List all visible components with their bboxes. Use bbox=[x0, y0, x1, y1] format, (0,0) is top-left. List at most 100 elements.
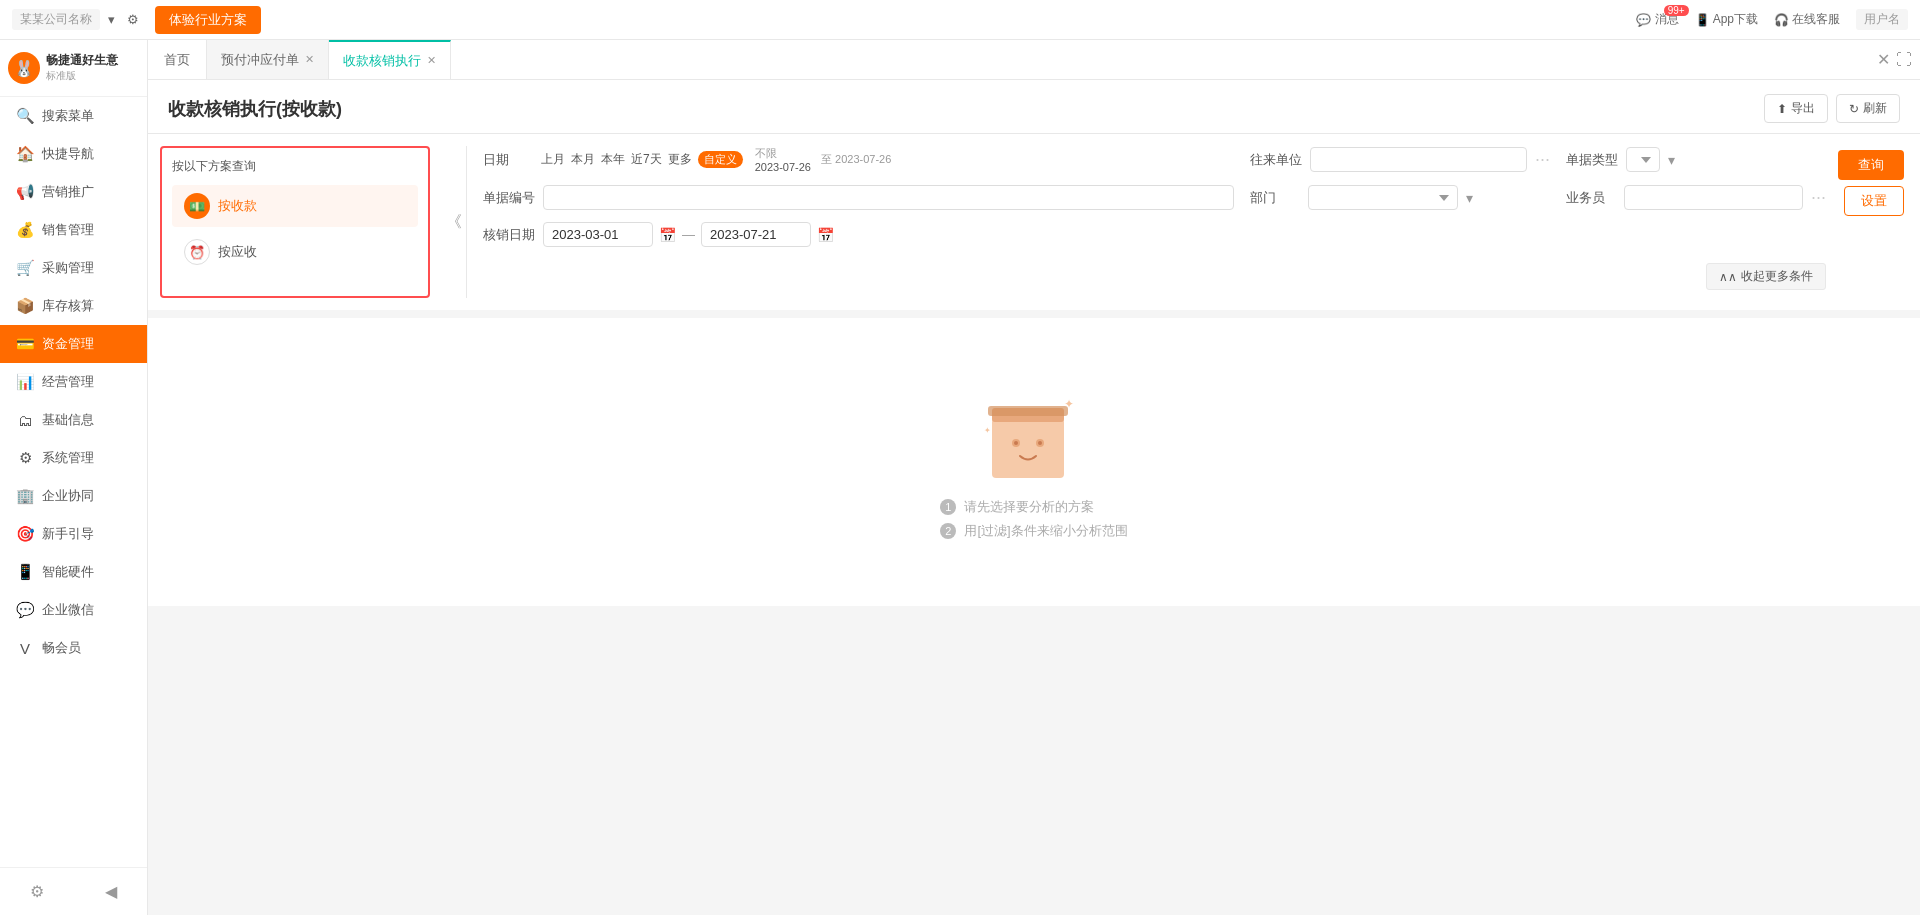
filter-scheme-title: 按以下方案查询 bbox=[172, 158, 418, 175]
dept-select[interactable] bbox=[1308, 185, 1458, 210]
app-download-button[interactable]: 📱 App下载 bbox=[1695, 11, 1758, 28]
tab-collection-close[interactable]: ✕ bbox=[427, 54, 436, 67]
tab-bar-actions: ✕ ⛶ bbox=[1877, 50, 1920, 69]
voucher-no-label: 单据编号 bbox=[483, 189, 535, 207]
sidebar-item-marketing[interactable]: 📢 营销推广 bbox=[0, 173, 147, 211]
tab-prepay-close[interactable]: ✕ bbox=[305, 53, 314, 66]
sidebar-logo: 🐰 畅捷通好生意 标准版 bbox=[0, 40, 147, 97]
chevron-left-icon: 《 bbox=[446, 212, 462, 233]
verify-date-start-calendar-icon[interactable]: 📅 bbox=[659, 227, 676, 243]
filter-section: 按以下方案查询 💵 按收款 ⏰ 按应收 《 bbox=[148, 134, 1920, 310]
partner-input[interactable] bbox=[1310, 147, 1527, 172]
page-title: 收款核销执行(按收款) bbox=[168, 97, 342, 121]
sidebar-item-sales[interactable]: 💰 销售管理 bbox=[0, 211, 147, 249]
tab-home[interactable]: 首页 bbox=[148, 40, 207, 79]
partner-label: 往来单位 bbox=[1250, 151, 1302, 169]
sidebar-item-system[interactable]: ⚙ 系统管理 bbox=[0, 439, 147, 477]
staff-input[interactable] bbox=[1624, 185, 1803, 210]
date-opt-7days[interactable]: 近7天 bbox=[631, 151, 662, 168]
top-bar: 某某公司名称 ▾ ⚙ 体验行业方案 💬 消息 99+ 📱 App下载 🎧 在线客… bbox=[0, 0, 1920, 40]
filter-date-field: 日期 上月 本月 本年 近7天 更多 自定义 bbox=[483, 146, 1234, 173]
verify-date-end-input[interactable] bbox=[701, 222, 811, 247]
receivable-icon: ⏰ bbox=[184, 239, 210, 265]
empty-illustration: ✦ ✦ bbox=[974, 378, 1094, 478]
date-opt-this-month[interactable]: 本月 bbox=[571, 151, 595, 168]
filter-option-by-receipt-label: 按收款 bbox=[218, 197, 257, 215]
sidebar-item-purchase[interactable]: 🛒 采购管理 bbox=[0, 249, 147, 287]
corp-icon: 🏢 bbox=[16, 487, 34, 505]
svg-rect-2 bbox=[988, 406, 1068, 416]
date-opt-more[interactable]: 更多 bbox=[668, 151, 692, 168]
verify-date-end-calendar-icon[interactable]: 📅 bbox=[817, 227, 834, 243]
inventory-icon: 📦 bbox=[16, 297, 34, 315]
filter-option-by-receivable-label: 按应收 bbox=[218, 243, 257, 261]
date-opt-custom[interactable]: 自定义 bbox=[698, 151, 743, 168]
svg-rect-0 bbox=[992, 418, 1064, 478]
collapse-more-button[interactable]: ∧∧ 收起更多条件 bbox=[1706, 263, 1826, 290]
export-button[interactable]: ⬆ 导出 bbox=[1764, 94, 1828, 123]
sidebar-item-wechat[interactable]: 💬 企业微信 bbox=[0, 591, 147, 629]
svg-point-5 bbox=[1014, 441, 1018, 445]
sidebar-collapse-button[interactable]: ◀ bbox=[97, 878, 125, 905]
guide-icon: 🎯 bbox=[16, 525, 34, 543]
tab-collection[interactable]: 收款核销执行 ✕ bbox=[329, 40, 451, 79]
member-icon: V bbox=[16, 640, 34, 657]
sidebar-item-member[interactable]: V 畅会员 bbox=[0, 629, 147, 667]
sidebar-item-inventory[interactable]: 📦 库存核算 bbox=[0, 287, 147, 325]
sidebar-item-guide[interactable]: 🎯 新手引导 bbox=[0, 515, 147, 553]
sidebar-item-hardware[interactable]: 📱 智能硬件 bbox=[0, 553, 147, 591]
dept-label: 部门 bbox=[1250, 189, 1300, 207]
sidebar-item-base[interactable]: 🗂 基础信息 bbox=[0, 401, 147, 439]
sidebar-bottom: ⚙ ◀ bbox=[0, 867, 147, 915]
filter-fields: 日期 上月 本月 本年 近7天 更多 自定义 bbox=[467, 134, 1920, 310]
filter-option-by-receipt[interactable]: 💵 按收款 bbox=[172, 185, 418, 227]
user-info[interactable]: 用户名 bbox=[1856, 9, 1908, 30]
filter-partner-field: 往来单位 ··· bbox=[1250, 147, 1550, 172]
content-area: 首页 预付冲应付单 ✕ 收款核销执行 ✕ ✕ ⛶ 收款核销执行(按收款) bbox=[148, 40, 1920, 915]
voucher-type-chevron-icon: ▾ bbox=[1668, 152, 1675, 168]
date-options: 上月 本月 本年 近7天 更多 自定义 bbox=[541, 151, 743, 168]
receipt-icon: 💵 bbox=[184, 193, 210, 219]
refresh-button[interactable]: ↻ 刷新 bbox=[1836, 94, 1900, 123]
filter-option-by-receivable[interactable]: ⏰ 按应收 bbox=[172, 231, 418, 273]
voucher-type-select[interactable] bbox=[1626, 147, 1660, 172]
company-name: 某某公司名称 bbox=[12, 9, 100, 30]
company-dropdown-icon[interactable]: ▾ bbox=[108, 12, 115, 27]
message-button[interactable]: 💬 消息 99+ bbox=[1636, 11, 1679, 28]
verify-date-label: 核销日期 bbox=[483, 226, 535, 244]
setting-button[interactable]: 设置 bbox=[1844, 186, 1904, 216]
industry-solution-button[interactable]: 体验行业方案 bbox=[155, 6, 261, 34]
sidebar-item-finance[interactable]: 💳 资金管理 bbox=[0, 325, 147, 363]
verify-date-start-input[interactable] bbox=[543, 222, 653, 247]
app-icon: 📱 bbox=[1695, 13, 1710, 27]
query-button[interactable]: 查询 bbox=[1838, 150, 1904, 180]
partner-dots-icon[interactable]: ··· bbox=[1535, 149, 1550, 170]
filter-collapse-toggle[interactable]: 《 bbox=[442, 134, 466, 310]
date-opt-this-year[interactable]: 本年 bbox=[601, 151, 625, 168]
voucher-type-label: 单据类型 bbox=[1566, 151, 1618, 169]
sidebar-item-operation[interactable]: 📊 经营管理 bbox=[0, 363, 147, 401]
verify-date-separator: — bbox=[682, 227, 695, 242]
filter-staff-field: 业务员 ··· bbox=[1566, 185, 1826, 210]
staff-dots-icon[interactable]: ··· bbox=[1811, 187, 1826, 208]
page-content: 收款核销执行(按收款) ⬆ 导出 ↻ 刷新 按以下方案查询 bbox=[148, 80, 1920, 915]
tab-close-all-button[interactable]: ✕ bbox=[1877, 50, 1890, 69]
sidebar-item-search[interactable]: 🔍 搜索菜单 bbox=[0, 97, 147, 135]
hardware-icon: 📱 bbox=[16, 563, 34, 581]
base-icon: 🗂 bbox=[16, 412, 34, 429]
filter-row-3: 核销日期 📅 — 📅 bbox=[483, 222, 1826, 247]
filter-voucher-no-field: 单据编号 bbox=[483, 185, 1234, 210]
online-service-button[interactable]: 🎧 在线客服 bbox=[1774, 11, 1840, 28]
settings-icon[interactable]: ⚙ bbox=[127, 12, 139, 27]
date-opt-last-month[interactable]: 上月 bbox=[541, 151, 565, 168]
logo-text: 畅捷通好生意 标准版 bbox=[46, 53, 118, 83]
filter-row-2: 单据编号 部门 ▾ bbox=[483, 185, 1826, 210]
sidebar-settings-button[interactable]: ⚙ bbox=[22, 878, 52, 905]
sidebar-item-corp[interactable]: 🏢 企业协同 bbox=[0, 477, 147, 515]
voucher-no-input[interactable] bbox=[543, 185, 1234, 210]
message-icon: 💬 bbox=[1636, 13, 1651, 27]
tab-prepay[interactable]: 预付冲应付单 ✕ bbox=[207, 40, 329, 79]
tab-maximize-button[interactable]: ⛶ bbox=[1896, 51, 1912, 69]
sidebar-item-quick-nav[interactable]: 🏠 快捷导航 bbox=[0, 135, 147, 173]
wechat-icon: 💬 bbox=[16, 601, 34, 619]
